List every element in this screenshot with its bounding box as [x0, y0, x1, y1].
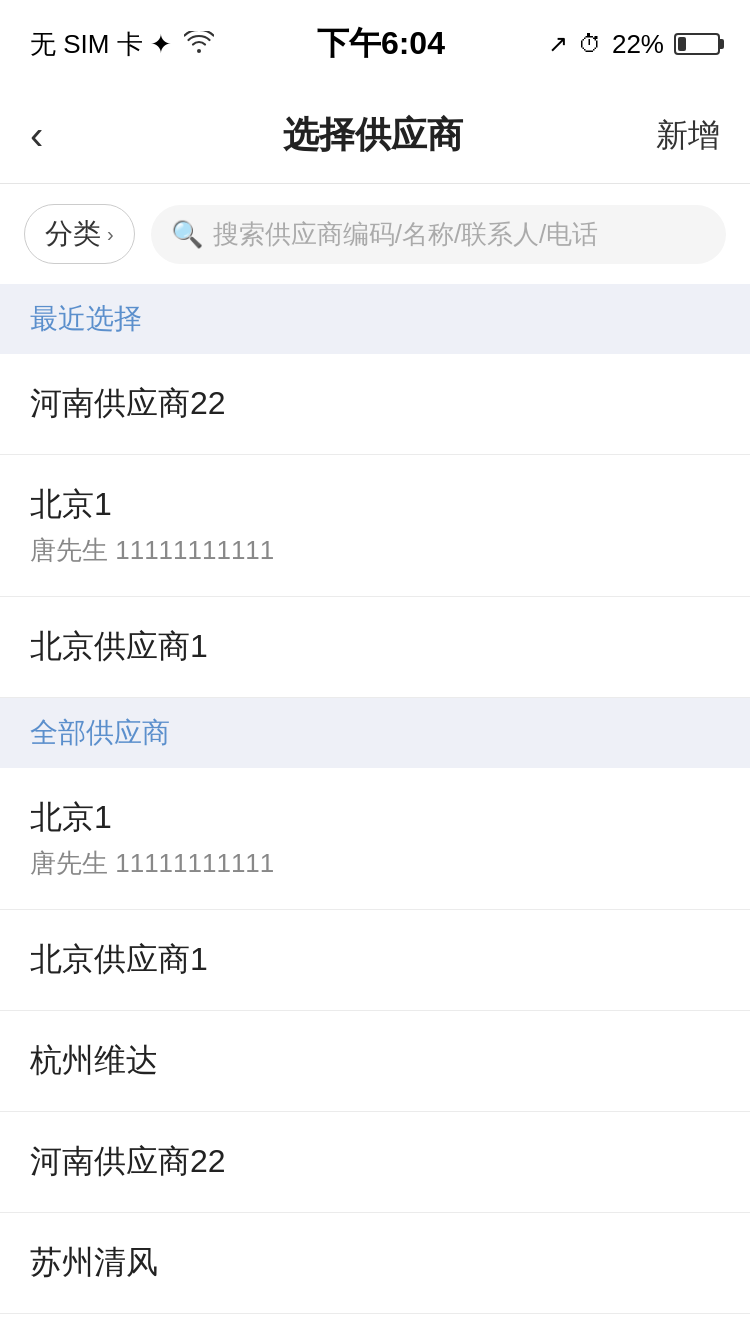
supplier-name: 北京供应商1 [30, 625, 720, 669]
add-button[interactable]: 新增 [656, 114, 720, 158]
status-left: 无 SIM 卡 ✦ [30, 27, 214, 62]
list-item[interactable]: 杭州维达 [0, 1011, 750, 1112]
list-item[interactable]: 苏州清风 [0, 1213, 750, 1314]
status-bar: 无 SIM 卡 ✦ 下午6:04 ↗ ⏱ 22% [0, 0, 750, 88]
search-icon: 🔍 [171, 219, 203, 250]
search-input[interactable]: 🔍 搜索供应商编码/名称/联系人/电话 [151, 205, 726, 264]
supplier-name: 河南供应商22 [30, 1140, 720, 1184]
list-item[interactable]: 北京1 唐先生 11111111111 [0, 455, 750, 597]
supplier-contact: 唐先生 11111111111 [30, 846, 720, 881]
list-item[interactable]: 河南供应商22 [0, 354, 750, 455]
location-icon: ↗ [548, 30, 568, 58]
section-header-recent: 最近选择 [0, 284, 750, 354]
section-header-all: 全部供应商 [0, 698, 750, 768]
alarm-icon: ⏱ [578, 30, 602, 58]
list-item[interactable]: 北京供应商1 [0, 910, 750, 1011]
page-title: 选择供应商 [283, 111, 463, 160]
wifi-icon [184, 29, 214, 60]
list-item[interactable]: 北京1 唐先生 11111111111 [0, 768, 750, 910]
chevron-right-icon: › [107, 223, 114, 246]
supplier-name: 杭州维达 [30, 1039, 720, 1083]
status-right: ↗ ⏱ 22% [548, 29, 720, 60]
category-button[interactable]: 分类 › [24, 204, 135, 264]
supplier-name: 北京1 [30, 796, 720, 840]
back-button[interactable]: ‹ [30, 113, 90, 158]
list-item[interactable]: 河南供应商22 [0, 1112, 750, 1213]
category-label: 分类 [45, 215, 101, 253]
battery-percent: 22% [612, 29, 664, 60]
list-item[interactable]: 北京供应商1 [0, 597, 750, 698]
sim-status: 无 SIM 卡 ✦ [30, 27, 172, 62]
battery-icon [674, 33, 720, 55]
search-bar: 分类 › 🔍 搜索供应商编码/名称/联系人/电话 [0, 184, 750, 284]
supplier-name: 河南供应商22 [30, 382, 720, 426]
supplier-name: 北京供应商1 [30, 938, 720, 982]
supplier-contact: 唐先生 11111111111 [30, 533, 720, 568]
supplier-name: 苏州清风 [30, 1241, 720, 1285]
status-time: 下午6:04 [317, 22, 445, 66]
search-placeholder: 搜索供应商编码/名称/联系人/电话 [213, 217, 599, 252]
nav-bar: ‹ 选择供应商 新增 [0, 88, 750, 184]
sections-container: 最近选择河南供应商22 北京1 唐先生 11111111111 北京供应商1 全部供应商… [0, 284, 750, 1314]
supplier-name: 北京1 [30, 483, 720, 527]
